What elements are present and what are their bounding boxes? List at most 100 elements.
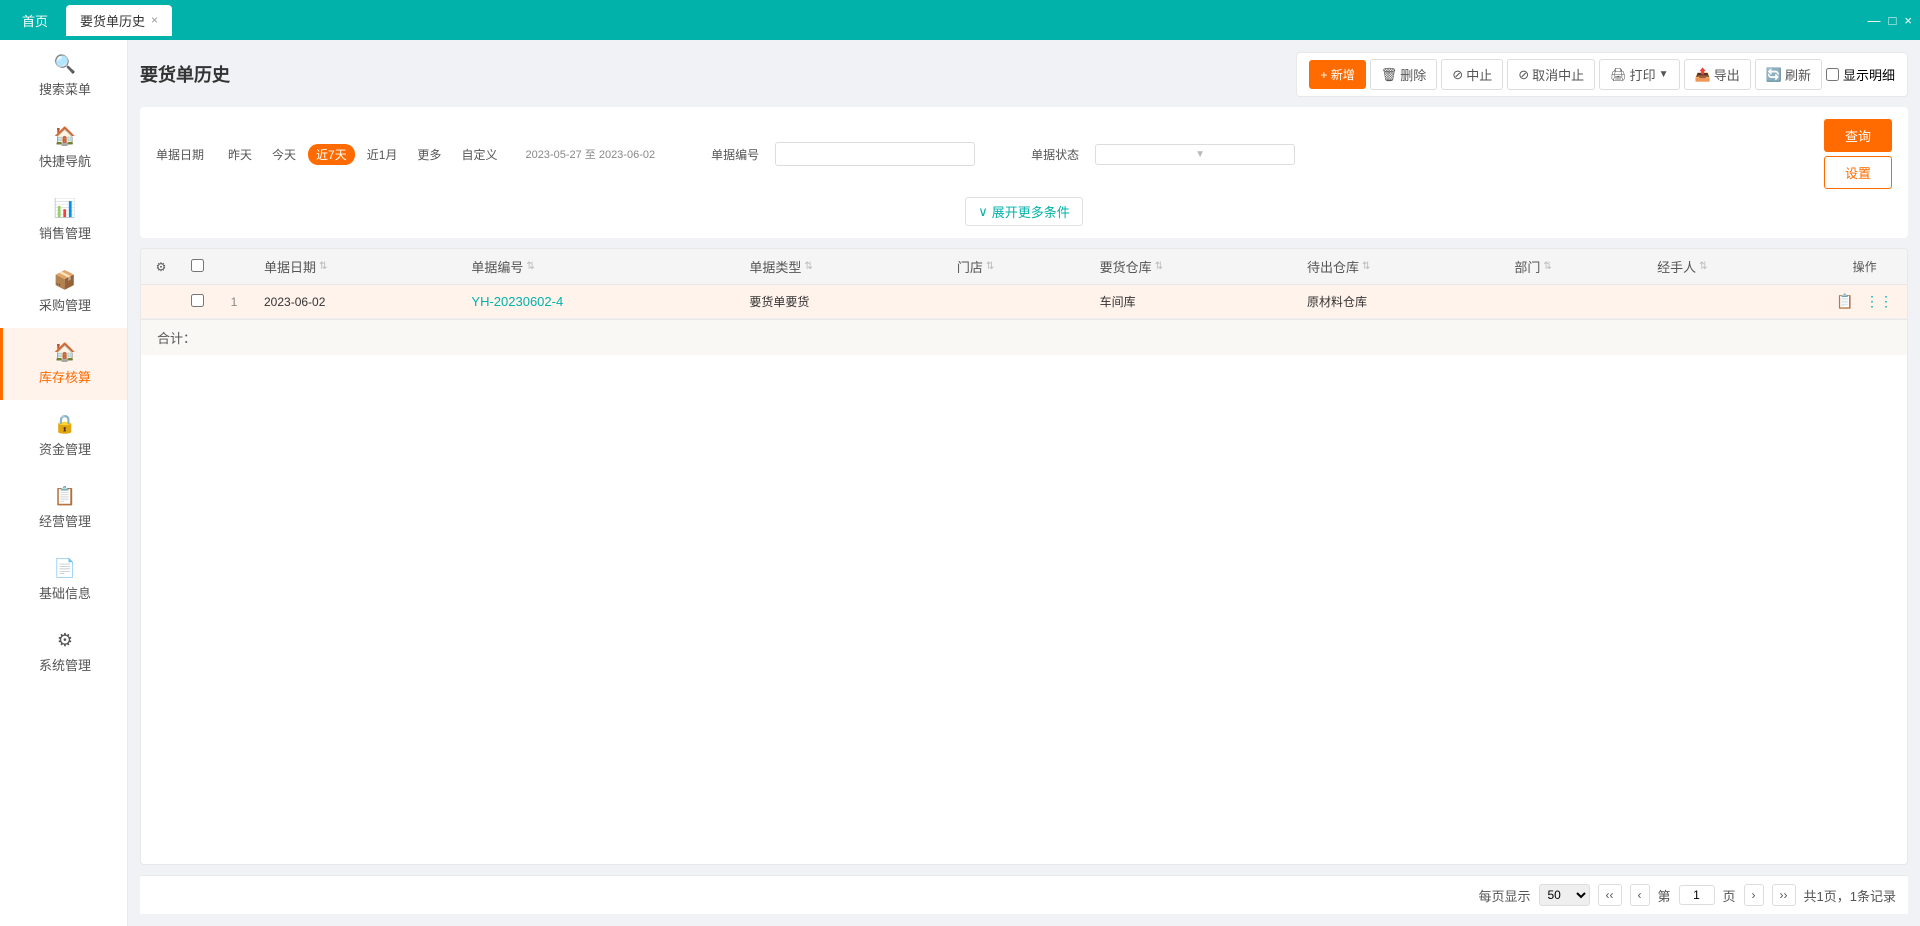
- th-pending-warehouse[interactable]: 待出仓库 ⇅: [1297, 249, 1504, 285]
- table-row: 1 2023-06-02 YH-20230602-4 要货单要货 车间库 原材料…: [141, 285, 1907, 319]
- sidebar-item-search-menu[interactable]: 🔍 搜索菜单: [0, 40, 127, 112]
- th-bill-type-label: 单据类型: [749, 257, 801, 276]
- th-store-label: 门店: [957, 257, 983, 276]
- row-checkbox[interactable]: [191, 294, 204, 307]
- th-handler[interactable]: 经手人 ⇅: [1647, 249, 1822, 285]
- expand-icon: ∨: [978, 204, 988, 220]
- filter-panel: 单据日期 昨天 今天 近7天 近1月 更多 自定义 2023-05-27 至 2…: [140, 107, 1908, 238]
- date-opt-1month[interactable]: 近1月: [359, 144, 406, 165]
- export-label: 导出: [1714, 65, 1740, 84]
- bill-no-link[interactable]: YH-20230602-4: [471, 294, 563, 309]
- th-settings[interactable]: ⚙: [141, 249, 181, 285]
- th-bill-date-label: 单据日期: [264, 257, 316, 276]
- th-bill-date[interactable]: 单据日期 ⇅: [254, 249, 461, 285]
- td-row-settings: [141, 285, 181, 319]
- sort-handler[interactable]: 经手人 ⇅: [1657, 257, 1707, 276]
- top-bar-right: — □ ×: [1868, 13, 1912, 28]
- search-menu-icon: 🔍: [54, 54, 76, 75]
- query-button[interactable]: 查询: [1824, 119, 1892, 152]
- top-bar: 首页 要货单历史 × — □ ×: [0, 0, 1920, 40]
- quick-nav-icon: 🏠: [54, 126, 76, 147]
- sidebar-item-operation[interactable]: 📋 经营管理: [0, 472, 127, 544]
- sort-pending-warehouse-icon: ⇅: [1362, 261, 1370, 272]
- bill-status-label: 单据状态: [1031, 146, 1079, 163]
- sidebar-item-finance[interactable]: 🔒 资金管理: [0, 400, 127, 472]
- expand-button[interactable]: ∨ 展开更多条件: [965, 197, 1083, 226]
- sort-bill-type[interactable]: 单据类型 ⇅: [749, 257, 812, 276]
- page-header: 要货单历史 + 新增 🗑 删除 ⊘ 中止 ⊘ 取消中止 🖨 打印: [140, 52, 1908, 97]
- sidebar-label-quick-nav: 快捷导航: [39, 151, 91, 170]
- tab-active[interactable]: 要货单历史 ×: [66, 5, 172, 36]
- sidebar-item-quick-nav[interactable]: 🏠 快捷导航: [0, 112, 127, 184]
- sidebar-item-base-info[interactable]: 📄 基础信息: [0, 544, 127, 616]
- tab-close-icon[interactable]: ×: [151, 13, 158, 27]
- delete-button[interactable]: 🗑 删除: [1370, 59, 1438, 90]
- sidebar-item-inventory[interactable]: 🏠 库存核算: [0, 328, 127, 400]
- sort-bill-type-icon: ⇅: [804, 261, 812, 272]
- date-opt-yesterday[interactable]: 昨天: [220, 144, 260, 165]
- date-opt-more[interactable]: 更多: [409, 144, 449, 165]
- th-handler-label: 经手人: [1657, 257, 1696, 276]
- sort-bill-no[interactable]: 单据编号 ⇅: [471, 257, 534, 276]
- sort-bill-date[interactable]: 单据日期 ⇅: [264, 257, 327, 276]
- sort-pending-warehouse[interactable]: 待出仓库 ⇅: [1307, 257, 1370, 276]
- td-store: [947, 285, 1090, 319]
- pagination-bar: 每页显示 10 20 50 100 ‹‹ ‹ 第 页 › ›› 共1页，1条记录: [140, 875, 1908, 914]
- sort-req-warehouse[interactable]: 要货仓库 ⇅: [1100, 257, 1163, 276]
- stop-button[interactable]: ⊘ 中止: [1441, 59, 1503, 90]
- cancel-stop-button[interactable]: ⊘ 取消中止: [1507, 59, 1595, 90]
- date-opt-7days[interactable]: 近7天: [308, 144, 355, 165]
- th-store[interactable]: 门店 ⇅: [947, 249, 1090, 285]
- sort-department[interactable]: 部门 ⇅: [1514, 257, 1551, 276]
- th-index: [214, 249, 254, 285]
- window-minimize-icon[interactable]: —: [1868, 13, 1881, 28]
- page-title: 要货单历史: [140, 61, 230, 87]
- tab-home[interactable]: 首页: [8, 5, 62, 36]
- delete-label: 删除: [1400, 65, 1426, 84]
- export-button[interactable]: 📤 导出: [1684, 59, 1751, 90]
- first-page-button[interactable]: ‹‹: [1598, 884, 1622, 906]
- sort-store-icon: ⇅: [986, 261, 994, 272]
- sidebar-item-system[interactable]: ⚙ 系统管理: [0, 616, 127, 688]
- sidebar-item-purchase[interactable]: 📦 采购管理: [0, 256, 127, 328]
- data-table: ⚙ 单据日期 ⇅ 单据编号: [141, 249, 1907, 319]
- row-more-button[interactable]: ⋮⋮: [1861, 291, 1897, 311]
- sort-bill-date-icon: ⇅: [319, 261, 327, 272]
- sidebar-label-base-info: 基础信息: [39, 583, 91, 602]
- display-detail-toggle[interactable]: 显示明细: [1826, 65, 1895, 84]
- page-number-input[interactable]: [1679, 885, 1715, 905]
- td-action: 📋 ⋮⋮: [1822, 285, 1907, 319]
- th-action: 操作: [1822, 249, 1907, 285]
- date-range-display: 2023-05-27 至 2023-06-02: [525, 146, 655, 162]
- window-maximize-icon[interactable]: □: [1889, 13, 1897, 28]
- expand-row: ∨ 展开更多条件: [156, 197, 1892, 226]
- refresh-label: 刷新: [1785, 65, 1811, 84]
- th-bill-no[interactable]: 单据编号 ⇅: [461, 249, 739, 285]
- sort-handler-icon: ⇅: [1699, 261, 1707, 272]
- sidebar: 🔍 搜索菜单 🏠 快捷导航 📊 销售管理 📦 采购管理 🏠 库存核算 🔒 资金管…: [0, 40, 128, 926]
- per-page-select[interactable]: 10 20 50 100: [1539, 884, 1590, 906]
- select-all-checkbox[interactable]: [191, 259, 204, 272]
- row-edit-button[interactable]: 📋: [1832, 291, 1857, 311]
- system-icon: ⚙: [57, 630, 73, 651]
- td-bill-no: YH-20230602-4: [461, 285, 739, 319]
- next-page-button[interactable]: ›: [1744, 884, 1764, 906]
- bill-status-select[interactable]: ▼: [1095, 144, 1295, 165]
- sort-store[interactable]: 门店 ⇅: [957, 257, 994, 276]
- refresh-button[interactable]: 🔄 刷新: [1755, 59, 1822, 90]
- print-button[interactable]: 🖨 打印 ▼: [1599, 59, 1679, 90]
- window-close-icon[interactable]: ×: [1904, 13, 1912, 28]
- bill-no-input[interactable]: [775, 142, 975, 166]
- th-department[interactable]: 部门 ⇅: [1504, 249, 1647, 285]
- setting-button[interactable]: 设置: [1824, 156, 1892, 189]
- th-bill-type[interactable]: 单据类型 ⇅: [739, 249, 946, 285]
- date-opt-custom[interactable]: 自定义: [453, 144, 505, 165]
- display-detail-checkbox[interactable]: [1826, 68, 1839, 81]
- sidebar-item-sales[interactable]: 📊 销售管理: [0, 184, 127, 256]
- prev-page-button[interactable]: ‹: [1630, 884, 1650, 906]
- last-page-button[interactable]: ››: [1772, 884, 1796, 906]
- th-req-warehouse[interactable]: 要货仓库 ⇅: [1090, 249, 1297, 285]
- date-opt-today[interactable]: 今天: [264, 144, 304, 165]
- new-button[interactable]: + 新增: [1309, 60, 1365, 89]
- date-options: 昨天 今天 近7天 近1月 更多 自定义: [220, 144, 505, 165]
